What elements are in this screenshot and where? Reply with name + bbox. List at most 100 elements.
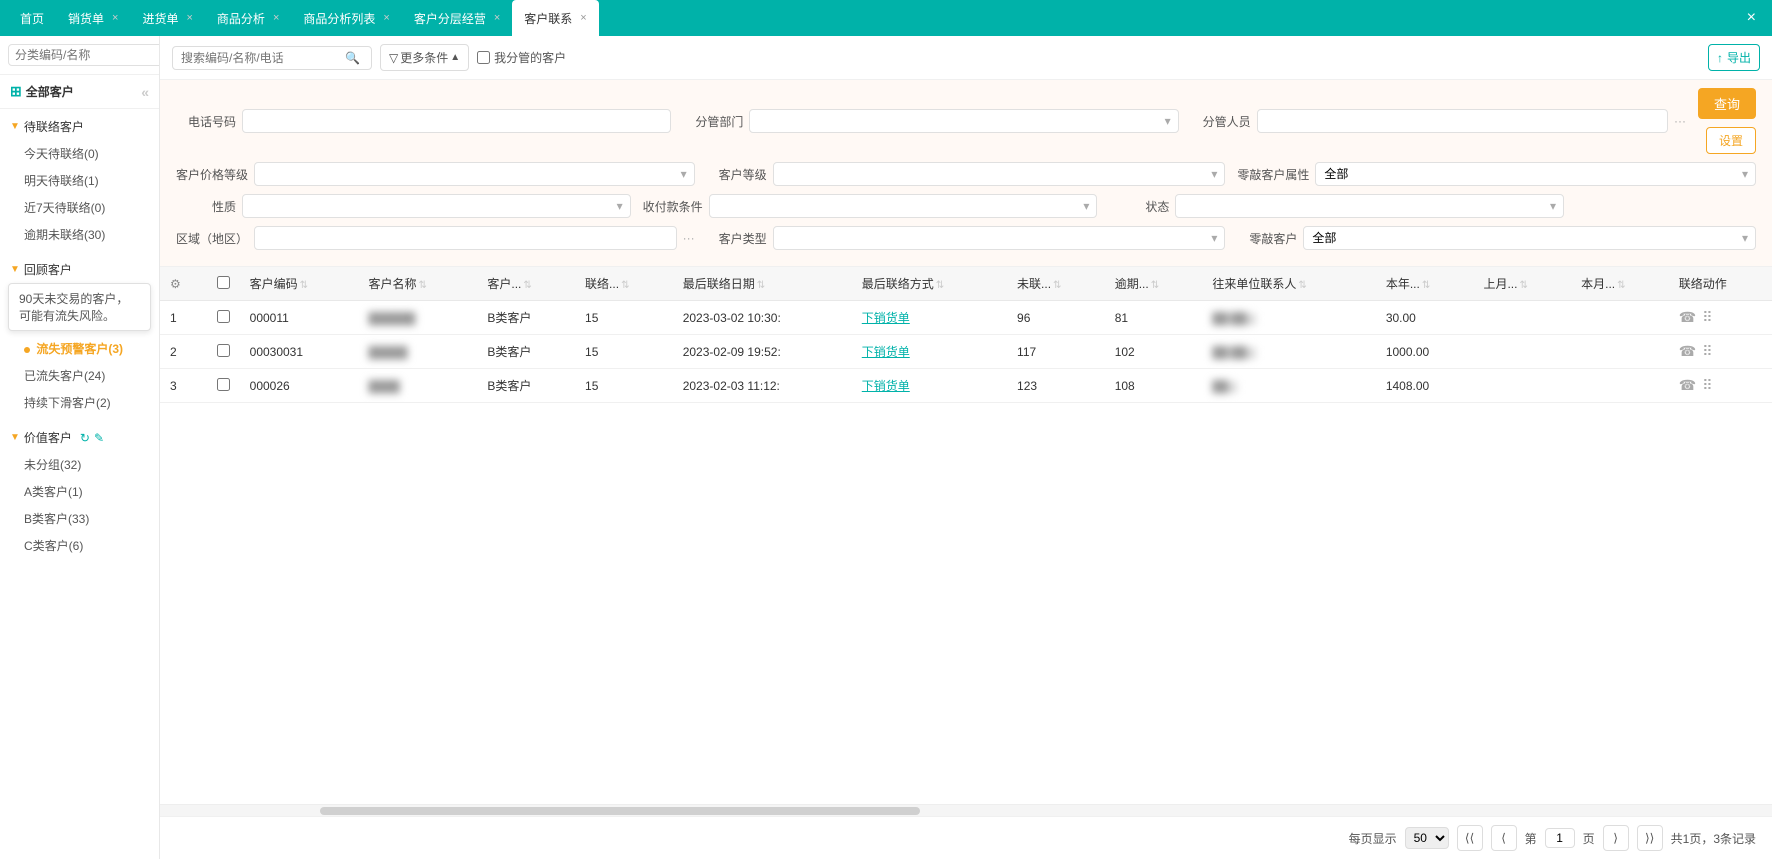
zero-customer-select[interactable]: 全部	[1303, 226, 1756, 250]
filter-my-customers[interactable]: 我分管的客户	[477, 49, 566, 66]
page-size-select[interactable]: 50	[1405, 827, 1449, 849]
tab-customer-tier[interactable]: 客户分层经营 ×	[402, 0, 512, 36]
close-all-tabs[interactable]: ×	[1739, 9, 1764, 27]
person-dots-icon[interactable]: ···	[1674, 114, 1686, 128]
sidebar-section-header-pending[interactable]: ▼ 待联络客户	[0, 113, 159, 140]
last-method-link[interactable]: 下销货单	[862, 345, 910, 359]
sort-name-icon[interactable]: ⇅	[419, 280, 427, 291]
region-dots-icon[interactable]: ···	[683, 231, 695, 245]
sort-year-icon[interactable]: ⇅	[1422, 280, 1430, 291]
prev-page-btn[interactable]: ⟨	[1491, 825, 1517, 851]
next-page-btn[interactable]: ⟩	[1603, 825, 1629, 851]
sidebar-item-class-b[interactable]: B类客户(33)	[0, 505, 159, 532]
td-type: B类客户	[477, 369, 575, 403]
row-checkbox-0[interactable]	[217, 310, 230, 323]
sidebar-item-ungrouped[interactable]: 未分组(32)	[0, 451, 159, 478]
sort-code-icon[interactable]: ⇅	[300, 280, 308, 291]
sidebar-section-header-review[interactable]: ▼ 回顾客户	[0, 256, 159, 283]
td-checkbox[interactable]	[207, 335, 240, 369]
action-phone-icon[interactable]: ☎	[1679, 343, 1696, 360]
action-more-icon[interactable]: ⠿	[1702, 377, 1712, 394]
sidebar-search-input[interactable]	[8, 44, 160, 66]
person-input[interactable]	[1257, 109, 1668, 133]
sort-date-icon[interactable]: ⇅	[757, 280, 765, 291]
horizontal-scrollbar[interactable]	[160, 804, 1772, 816]
tab-home[interactable]: 首页	[8, 0, 56, 36]
sidebar-item-class-a[interactable]: A类客户(1)	[0, 478, 159, 505]
sort-tm-icon[interactable]: ⇅	[1617, 280, 1625, 291]
filter-more-btn[interactable]: ▽ 更多条件 ▲	[380, 44, 469, 71]
tab-analysis-list[interactable]: 商品分析列表 ×	[291, 0, 401, 36]
tab-customer-tier-label: 客户分层经营	[414, 10, 486, 27]
edit-icon[interactable]: ✎	[94, 431, 104, 445]
tab-analysis-close[interactable]: ×	[273, 12, 279, 24]
gear-icon[interactable]: ⚙	[170, 277, 181, 291]
td-checkbox[interactable]	[207, 301, 240, 335]
filter-search-input[interactable]	[181, 51, 341, 65]
phone-input[interactable]	[242, 109, 671, 133]
tab-purchase-close[interactable]: ×	[186, 12, 192, 24]
customer-level-select[interactable]	[773, 162, 1226, 186]
query-button[interactable]: 查询	[1698, 88, 1756, 119]
th-type: 客户...⇅	[477, 267, 575, 301]
filter-search-box[interactable]: 🔍	[172, 46, 372, 70]
td-checkbox[interactable]	[207, 369, 240, 403]
sort-cp-icon[interactable]: ⇅	[1298, 280, 1306, 291]
adv-filter-row-1: 电话号码 分管部门 分管人员 ··· 查询 设置	[176, 88, 1756, 154]
tab-sales[interactable]: 销货单 ×	[56, 0, 130, 36]
sidebar-item-churned[interactable]: 已流失客户(24)	[0, 362, 159, 389]
search-icon[interactable]: 🔍	[345, 51, 360, 65]
price-level-select[interactable]	[254, 162, 695, 186]
region-input[interactable]	[254, 226, 677, 250]
sidebar-item-class-c[interactable]: C类客户(6)	[0, 532, 159, 559]
tab-sales-close[interactable]: ×	[112, 12, 118, 24]
sidebar-collapse-icon[interactable]: «	[141, 84, 149, 100]
sidebar-item-today[interactable]: 今天待联络(0)	[0, 140, 159, 167]
select-all-checkbox[interactable]	[217, 276, 230, 289]
customer-type-select[interactable]	[773, 226, 1226, 250]
refresh-icon[interactable]: ↻	[80, 431, 90, 445]
first-page-btn[interactable]: ⟨⟨	[1457, 825, 1483, 851]
zero-attr-select[interactable]: 全部	[1315, 162, 1756, 186]
sidebar-item-churn-warning[interactable]: 流失预警客户(3)	[0, 335, 159, 362]
export-btn[interactable]: ↑ 导出	[1708, 44, 1760, 71]
status-select[interactable]	[1175, 194, 1564, 218]
action-more-icon[interactable]: ⠿	[1702, 343, 1712, 360]
action-more-icon[interactable]: ⠿	[1702, 309, 1712, 326]
gender-select[interactable]	[242, 194, 631, 218]
setting-button[interactable]: 设置	[1706, 127, 1756, 154]
sidebar-all-customers[interactable]: ⊞ 全部客户 «	[0, 75, 159, 109]
row-checkbox-1[interactable]	[217, 344, 230, 357]
sort-method-icon[interactable]: ⇅	[936, 280, 944, 291]
tab-customer-contact[interactable]: 客户联系 ×	[512, 0, 598, 36]
page-number-input[interactable]	[1545, 828, 1575, 848]
filter-bar: 🔍 ▽ 更多条件 ▲ 我分管的客户 ↑ 导出	[160, 36, 1772, 80]
sidebar-section-header-value[interactable]: ▼ 价值客户 ↻ ✎	[0, 424, 159, 451]
sort-contact-icon[interactable]: ⇅	[621, 280, 629, 291]
tab-customer-tier-close[interactable]: ×	[494, 12, 500, 24]
sidebar-item-declining[interactable]: 持续下滑客户(2)	[0, 389, 159, 416]
sort-no-contact-icon[interactable]: ⇅	[1053, 280, 1061, 291]
tab-customer-contact-close[interactable]: ×	[580, 12, 586, 24]
my-customers-checkbox[interactable]	[477, 51, 490, 64]
last-method-link[interactable]: 下销货单	[862, 379, 910, 393]
sidebar-item-overdue-contact[interactable]: 逾期未联络(30)	[0, 221, 159, 248]
action-phone-icon[interactable]: ☎	[1679, 377, 1696, 394]
sort-overdue-icon[interactable]: ⇅	[1151, 280, 1159, 291]
last-page-btn[interactable]: ⟩⟩	[1637, 825, 1663, 851]
last-method-link[interactable]: 下销货单	[862, 311, 910, 325]
td-last-month	[1473, 301, 1571, 335]
sidebar-item-7days[interactable]: 近7天待联络(0)	[0, 194, 159, 221]
sort-lm-icon[interactable]: ⇅	[1519, 280, 1527, 291]
payment-select[interactable]	[709, 194, 1098, 218]
sort-type-icon[interactable]: ⇅	[523, 280, 531, 291]
scrollbar-thumb[interactable]	[320, 807, 920, 815]
sidebar-item-tomorrow[interactable]: 明天待联络(1)	[0, 167, 159, 194]
phone-field: 电话号码	[176, 109, 671, 133]
tab-purchase[interactable]: 进货单 ×	[130, 0, 204, 36]
tab-analysis[interactable]: 商品分析 ×	[205, 0, 291, 36]
action-phone-icon[interactable]: ☎	[1679, 309, 1696, 326]
tab-analysis-list-close[interactable]: ×	[383, 12, 389, 24]
dept-select[interactable]	[749, 109, 1178, 133]
row-checkbox-2[interactable]	[217, 378, 230, 391]
